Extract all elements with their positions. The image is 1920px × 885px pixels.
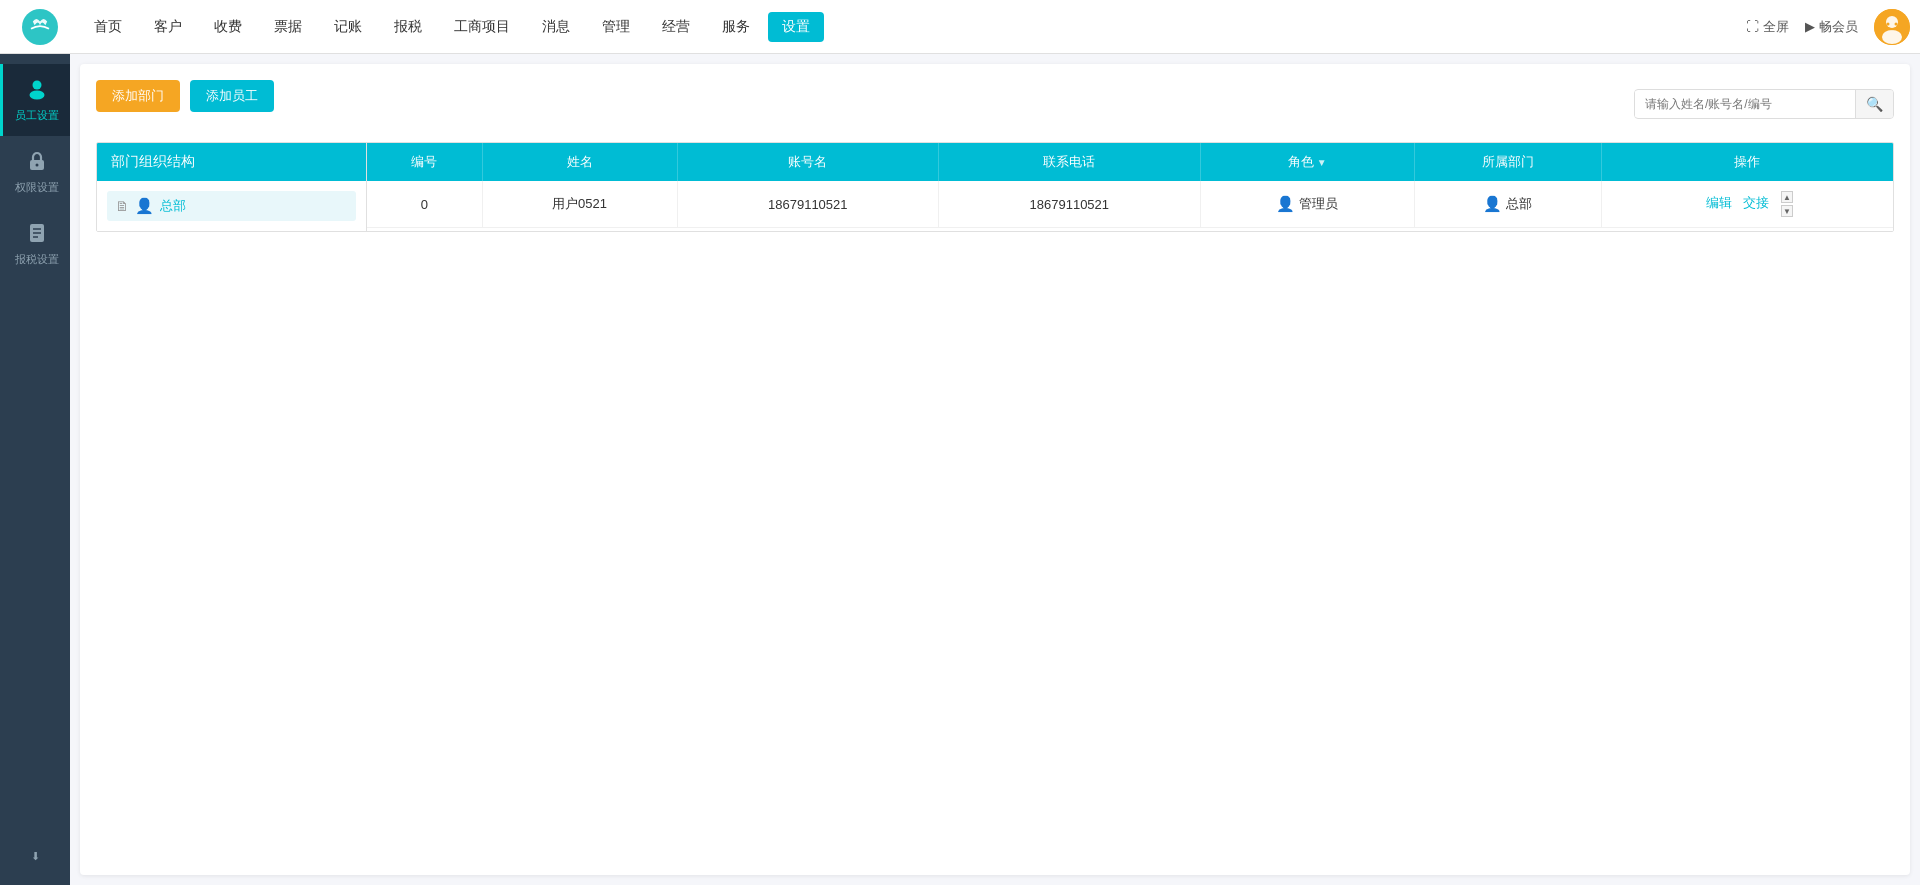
nav-manage[interactable]: 管理 <box>588 12 644 42</box>
nav-customer[interactable]: 客户 <box>140 12 196 42</box>
vip-label: 畅会员 <box>1819 18 1858 36</box>
sidebar-item-employee[interactable]: 员工设置 <box>0 64 70 136</box>
employee-panel: 编号 姓名 账号名 联系电话 <box>367 143 1893 231</box>
lock-icon <box>27 150 47 175</box>
nav-menu: 首页 客户 收费 票据 记账 报税 工商项目 消息 管理 经营 服务 设置 <box>80 12 1746 42</box>
vip-icon: ▶ <box>1805 19 1815 34</box>
nav-accounting[interactable]: 记账 <box>320 12 376 42</box>
main-layout: 员工设置 权限设置 报税设置 <box>0 54 1920 885</box>
nav-right-area: ⛶ 全屏 ▶ 畅会员 <box>1746 9 1910 45</box>
th-role-label: 角色 <box>1288 153 1314 171</box>
top-navigation: 首页 客户 收费 票据 记账 报税 工商项目 消息 管理 经营 服务 设置 ⛶ … <box>0 0 1920 54</box>
content-header: 添加部门 添加员工 🔍 <box>96 80 1894 128</box>
two-panel-layout: 部门组织结构 🗎 👤 总部 <box>96 142 1894 232</box>
svg-point-5 <box>1895 22 1898 25</box>
dept-tree: 🗎 👤 总部 <box>97 181 366 231</box>
sidebar: 员工设置 权限设置 报税设置 <box>0 54 70 885</box>
cell-account: 18679110521 <box>677 181 939 228</box>
sidebar-download[interactable]: ⬇ <box>0 838 70 875</box>
tax-report-icon <box>27 222 47 247</box>
content-inner: 添加部门 添加员工 🔍 部门组织结构 🗎 <box>80 64 1910 875</box>
sidebar-tax-label: 报税设置 <box>15 253 59 266</box>
add-employee-button[interactable]: 添加员工 <box>190 80 274 112</box>
table-header-row: 编号 姓名 账号名 联系电话 <box>367 143 1893 181</box>
cell-role: 👤 管理员 <box>1200 181 1414 228</box>
vip-button[interactable]: ▶ 畅会员 <box>1805 18 1858 36</box>
svg-point-6 <box>32 81 41 90</box>
role-label: 管理员 <box>1299 195 1338 213</box>
sidebar-bottom: ⬇ <box>0 838 70 885</box>
cell-code: 0 <box>367 181 482 228</box>
search-input[interactable] <box>1635 91 1855 117</box>
file-icon: 🗎 <box>115 198 129 214</box>
content-area: 添加部门 添加员工 🔍 部门组织结构 🗎 <box>70 54 1920 885</box>
sidebar-employee-label: 员工设置 <box>15 109 59 122</box>
transfer-link[interactable]: 交接 <box>1743 195 1769 210</box>
nav-service[interactable]: 服务 <box>708 12 764 42</box>
download-icon: ⬇ <box>31 850 40 863</box>
svg-point-7 <box>29 91 44 100</box>
svg-point-4 <box>1887 22 1890 25</box>
dept-panel: 部门组织结构 🗎 👤 总部 <box>97 143 367 231</box>
cell-dept: 👤 总部 <box>1414 181 1601 228</box>
fullscreen-button[interactable]: ⛶ 全屏 <box>1746 18 1789 36</box>
svg-point-2 <box>1886 16 1898 28</box>
th-role[interactable]: 角色 ▼ <box>1200 143 1414 181</box>
nav-settings[interactable]: 设置 <box>768 12 824 42</box>
scroll-down-arrow[interactable]: ▼ <box>1781 205 1793 217</box>
dept-person-icon-cell: 👤 <box>1483 195 1502 213</box>
dept-person-icon: 👤 <box>135 197 154 215</box>
sidebar-permission-label: 权限设置 <box>15 181 59 194</box>
th-action: 操作 <box>1601 143 1893 181</box>
toolbar: 添加部门 添加员工 <box>96 80 274 112</box>
nav-business[interactable]: 工商项目 <box>440 12 524 42</box>
search-button[interactable]: 🔍 <box>1855 90 1893 118</box>
cell-action: 编辑 交接 ▲ ▼ <box>1601 181 1893 228</box>
add-dept-button[interactable]: 添加部门 <box>96 80 180 112</box>
dept-item-label: 总部 <box>160 197 186 215</box>
search-icon: 🔍 <box>1866 96 1883 112</box>
role-person-icon: 👤 <box>1276 195 1295 213</box>
svg-point-9 <box>35 164 38 167</box>
user-avatar[interactable] <box>1874 9 1910 45</box>
th-account: 账号名 <box>677 143 939 181</box>
dept-label: 总部 <box>1506 195 1532 213</box>
fullscreen-icon: ⛶ <box>1746 19 1759 34</box>
th-code: 编号 <box>367 143 482 181</box>
sidebar-item-permission[interactable]: 权限设置 <box>0 136 70 208</box>
nav-tax[interactable]: 报税 <box>380 12 436 42</box>
dept-tree-item-general[interactable]: 🗎 👤 总部 <box>107 191 356 221</box>
employee-icon <box>26 78 48 103</box>
edit-link[interactable]: 编辑 <box>1706 195 1732 210</box>
cell-phone: 18679110521 <box>939 181 1201 228</box>
th-phone: 联系电话 <box>939 143 1201 181</box>
sidebar-item-tax-settings[interactable]: 报税设置 <box>0 208 70 280</box>
nav-home[interactable]: 首页 <box>80 12 136 42</box>
nav-invoice[interactable]: 票据 <box>260 12 316 42</box>
nav-operation[interactable]: 经营 <box>648 12 704 42</box>
filter-icon: ▼ <box>1317 157 1327 168</box>
table-row: 0 用户0521 18679110521 18679110521 👤 管理员 <box>367 181 1893 228</box>
search-box: 🔍 <box>1634 89 1894 119</box>
employee-table: 编号 姓名 账号名 联系电话 <box>367 143 1893 228</box>
fullscreen-label: 全屏 <box>1763 18 1789 36</box>
app-logo[interactable] <box>10 9 70 45</box>
cell-name: 用户0521 <box>482 181 677 228</box>
th-name: 姓名 <box>482 143 677 181</box>
dept-panel-header: 部门组织结构 <box>97 143 366 181</box>
nav-billing[interactable]: 收费 <box>200 12 256 42</box>
svg-point-3 <box>1882 30 1902 44</box>
scroll-up-arrow[interactable]: ▲ <box>1781 191 1793 203</box>
nav-message[interactable]: 消息 <box>528 12 584 42</box>
th-dept: 所属部门 <box>1414 143 1601 181</box>
